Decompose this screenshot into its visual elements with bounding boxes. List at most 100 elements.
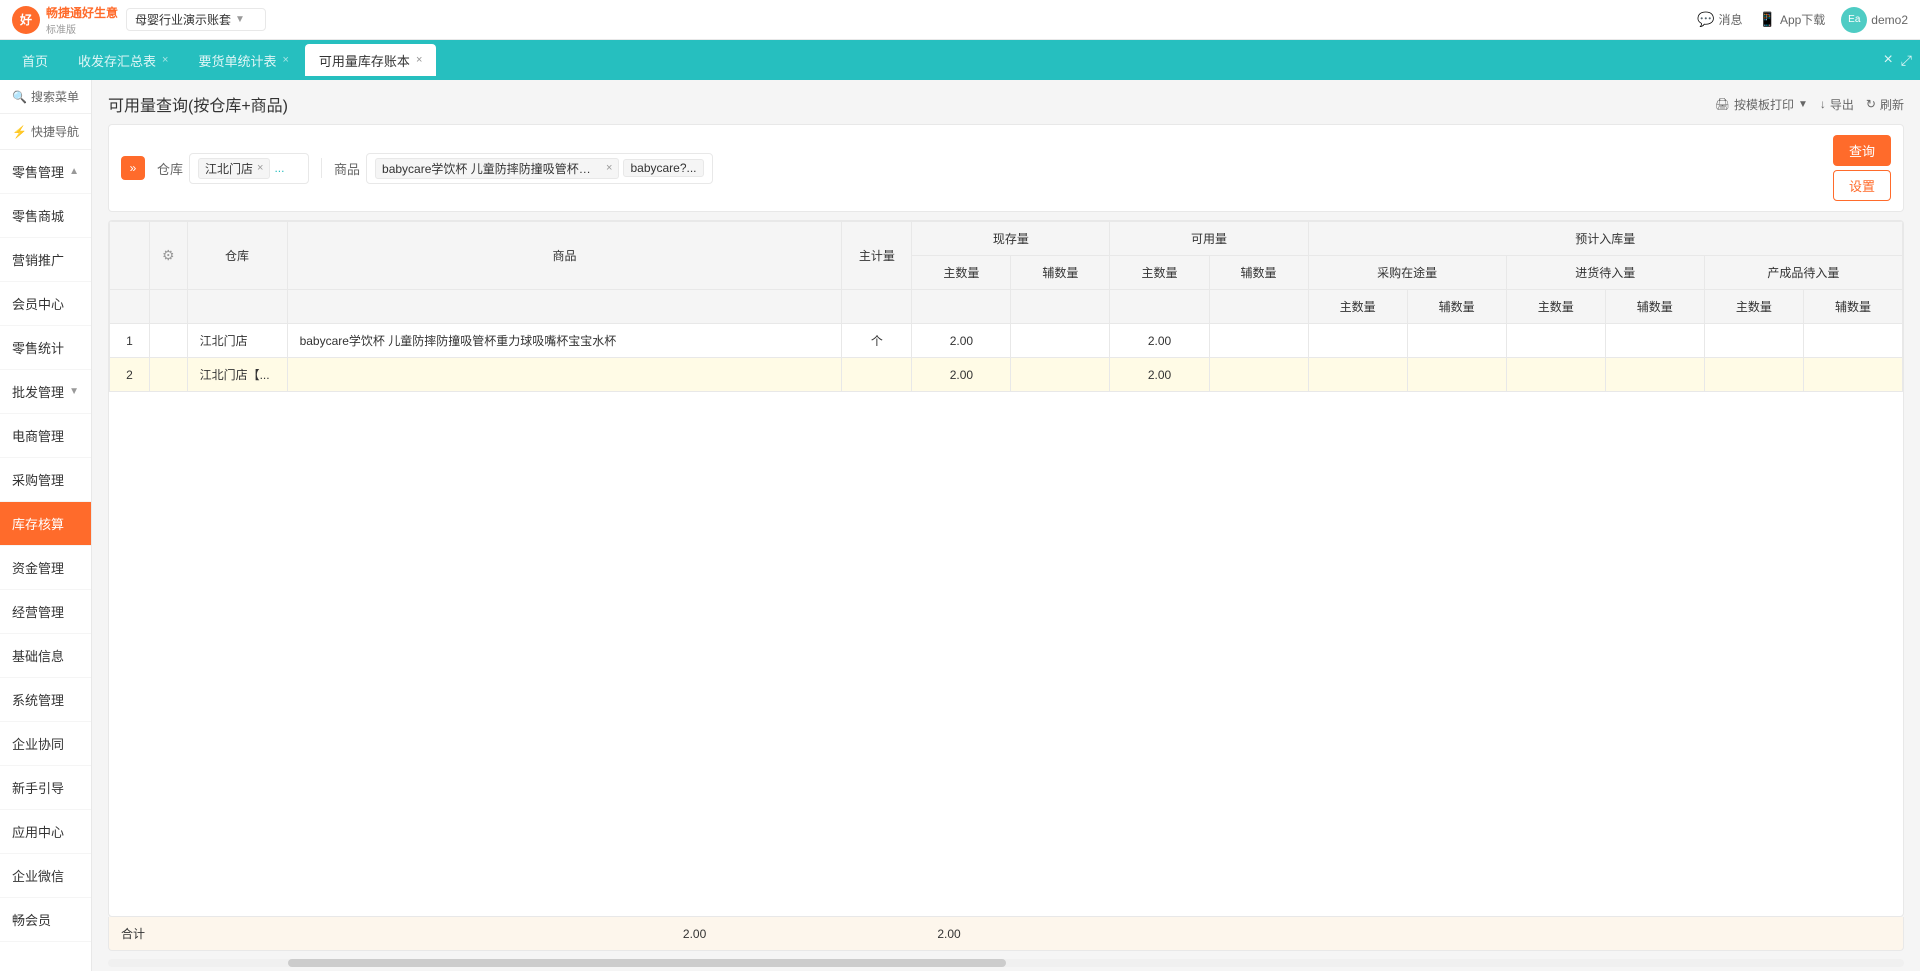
cell-warehouse-2: 江北门店【... — [187, 358, 287, 392]
cell-av-main-1: 2.00 — [1110, 324, 1209, 358]
th-prod-main-label: 主数量 — [1736, 300, 1772, 314]
horizontal-scrollbar[interactable] — [108, 959, 1904, 967]
sidebar-search[interactable]: 🔍 搜索菜单 — [0, 80, 91, 114]
th-prod-aux-label: 辅数量 — [1835, 300, 1871, 314]
product-filter-label: 商品 — [334, 159, 360, 178]
warehouse-input[interactable]: 江北门店 × ... — [189, 153, 309, 184]
scrollbar-thumb[interactable] — [288, 959, 1006, 967]
th-inbound-main: 主数量 — [1506, 290, 1605, 324]
edition-badge: 标准版 — [46, 21, 118, 36]
sidebar-item-vip-member-label: 畅会员 — [12, 910, 51, 929]
th-planned-inbound-group: 预计入库量 — [1308, 222, 1902, 256]
sidebar-item-purchase-mgmt[interactable]: 采购管理 — [0, 458, 91, 502]
refresh-icon: ↻ — [1866, 97, 1876, 111]
cell-product-2 — [287, 358, 842, 392]
sidebar-item-ecommerce[interactable]: 电商管理 — [0, 414, 91, 458]
sidebar-item-app-center-label: 应用中心 — [12, 822, 64, 841]
th-inbound-aux: 辅数量 — [1605, 290, 1704, 324]
sidebar-item-enterprise-collab[interactable]: 企业协同 — [0, 722, 91, 766]
top-bar: 好 畅捷通好生意 标准版 母婴行业演示账套 ▼ 💬 消息 📱 App下载 Ea … — [0, 0, 1920, 40]
industry-selector[interactable]: 母婴行业演示账套 ▼ — [126, 8, 266, 31]
cell-product-1: babycare学饮杯 儿童防摔防撞吸管杯重力球吸嘴杯宝宝水杯 — [287, 324, 842, 358]
sidebar-item-member-center[interactable]: 会员中心 — [0, 282, 91, 326]
query-button[interactable]: 查询 — [1833, 135, 1891, 166]
cell-unit-1: 个 — [842, 324, 912, 358]
page-header: 可用量查询(按仓库+商品) 🖨 按模板打印 ▼ ↓ 导出 ↻ 刷新 — [92, 80, 1920, 124]
th-av-aux-label: 辅数量 — [1241, 266, 1277, 280]
footer-av-main: 2.00 — [885, 919, 1012, 949]
column-settings-icon[interactable]: ⚙ — [162, 247, 175, 263]
sidebar-item-new-guide[interactable]: 新手引导 — [0, 766, 91, 810]
username-label: demo2 — [1871, 13, 1908, 27]
footer-av-aux — [1013, 926, 1140, 942]
product-input[interactable]: babycare学饮杯 儿童防摔防撞吸管杯重力球吸嘴杯宝宝水杯 × babyca… — [366, 153, 712, 184]
table-row: 1 江北门店 babycare学饮杯 儿童防摔防撞吸管杯重力球吸嘴杯宝宝水杯 个… — [110, 324, 1903, 358]
th-available-main: 主数量 — [1110, 256, 1209, 290]
tab-receipts[interactable]: 收发存汇总表 × — [64, 44, 182, 76]
sidebar-item-vip-member[interactable]: 畅会员 — [0, 898, 91, 942]
filter-toggle-btn[interactable]: » — [121, 156, 145, 180]
th-inbound-pending-group: 进货待入量 — [1506, 256, 1704, 290]
sidebar-item-inventory-check[interactable]: 库存核算 — [0, 502, 91, 546]
th-available-aux: 辅数量 — [1209, 256, 1308, 290]
sidebar-item-retail-mall[interactable]: 零售商城 — [0, 194, 91, 238]
warehouse-more[interactable]: ... — [274, 161, 284, 175]
message-btn[interactable]: 💬 消息 — [1697, 11, 1742, 28]
tab-home-label: 首页 — [22, 51, 48, 70]
logo-text: 畅捷通好生意 标准版 — [46, 4, 118, 36]
th-row-num — [110, 222, 150, 290]
sidebar-item-basic-info[interactable]: 基础信息 — [0, 634, 91, 678]
th-current-stock-label: 现存量 — [993, 232, 1029, 246]
sidebar-item-enterprise-collab-label: 企业协同 — [12, 734, 64, 753]
sidebar-item-app-center[interactable]: 应用中心 — [0, 810, 91, 854]
tab-home[interactable]: 首页 — [8, 44, 62, 76]
filter-actions: 查询 设置 — [1833, 135, 1891, 201]
app-icon: 📱 — [1759, 11, 1776, 28]
sidebar-item-retail-stats[interactable]: 零售统计 — [0, 326, 91, 370]
tab-order-stats-close[interactable]: × — [282, 54, 288, 66]
tab-order-stats[interactable]: 要货单统计表 × — [184, 44, 302, 76]
settings-button[interactable]: 设置 — [1833, 170, 1891, 201]
search-icon: 🔍 — [12, 90, 27, 104]
user-profile[interactable]: Ea demo2 — [1841, 7, 1908, 33]
tab-available-inventory-close[interactable]: × — [416, 54, 422, 66]
cell-warehouse-1: 江北门店 — [187, 324, 287, 358]
sidebar-item-marketing[interactable]: 营销推广 — [0, 238, 91, 282]
table-container: ⚙ 仓库 商品 主计量 现存量 — [108, 220, 1904, 917]
refresh-btn[interactable]: ↻ 刷新 — [1866, 96, 1904, 113]
app-download-btn[interactable]: 📱 App下载 — [1759, 11, 1826, 28]
product-tag-1-remove[interactable]: × — [606, 162, 612, 174]
print-btn[interactable]: 🖨 按模板打印 ▼ — [1715, 96, 1808, 113]
sidebar-item-operations-mgmt[interactable]: 经营管理 — [0, 590, 91, 634]
sidebar-item-finance-mgmt[interactable]: 资金管理 — [0, 546, 91, 590]
th-purchase-onway-group: 采购在途量 — [1308, 256, 1506, 290]
message-label: 消息 — [1718, 11, 1742, 28]
sidebar-item-retail-mgmt[interactable]: 零售管理 ▲ — [0, 150, 91, 194]
warehouse-tag: 江北门店 × — [198, 158, 270, 179]
footer-pur-main — [1140, 926, 1267, 942]
tab-expand-btn[interactable]: ⤢ — [1901, 52, 1912, 69]
sidebar-item-system-mgmt[interactable]: 系统管理 — [0, 678, 91, 722]
table-row: 2 江北门店【... 2.00 2.00 — [110, 358, 1903, 392]
th-product-label: 商品 — [552, 249, 576, 263]
export-btn[interactable]: ↓ 导出 — [1820, 96, 1854, 113]
th-pur-aux-label: 辅数量 — [1439, 300, 1475, 314]
sidebar-item-enterprise-wechat[interactable]: 企业微信 — [0, 854, 91, 898]
sidebar-item-wholesale-mgmt[interactable]: 批发管理 ▼ — [0, 370, 91, 414]
th-available-group: 可用量 — [1110, 222, 1308, 256]
sidebar-item-purchase-mgmt-label: 采购管理 — [12, 470, 64, 489]
top-bar-left: 好 畅捷通好生意 标准版 母婴行业演示账套 ▼ — [12, 4, 266, 36]
sidebar-quick-nav[interactable]: ⚡ 快捷导航 — [0, 114, 91, 150]
tab-close-all-btn[interactable]: × — [1883, 51, 1892, 69]
cell-prod-aux-2 — [1803, 358, 1902, 392]
chevron-print-icon: ▼ — [1798, 99, 1808, 110]
th-empty-6 — [912, 290, 1011, 324]
warehouse-tag-remove[interactable]: × — [257, 162, 263, 174]
nav-icon: ⚡ — [12, 125, 27, 139]
warehouse-filter-label: 仓库 — [157, 159, 183, 178]
tab-available-inventory[interactable]: 可用量库存账本 × — [305, 44, 436, 76]
product-tag-2: babycare?... — [623, 159, 703, 177]
refresh-label: 刷新 — [1880, 96, 1904, 113]
cell-inb-aux-1 — [1605, 324, 1704, 358]
tab-receipts-close[interactable]: × — [162, 54, 168, 66]
